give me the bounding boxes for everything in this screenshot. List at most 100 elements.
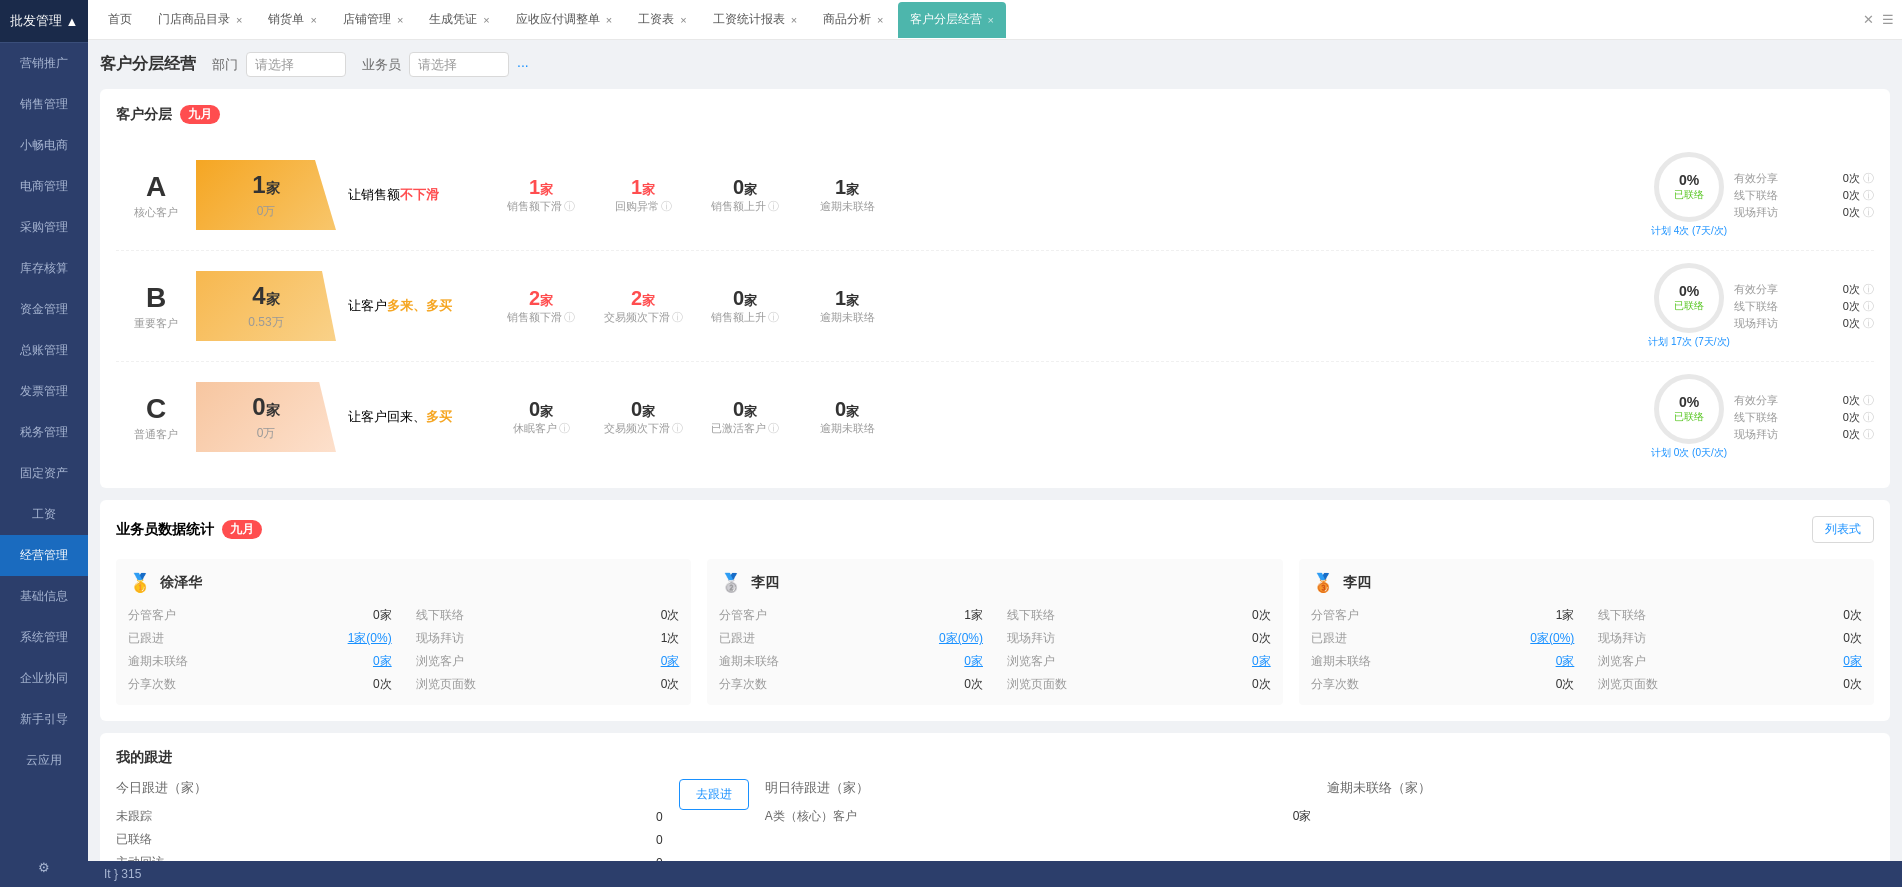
sidebar-item-基础信息[interactable]: 基础信息 — [0, 576, 88, 617]
today-followup-col: 今日跟进（家） 未跟踪0已联络0主动回访0 — [116, 779, 663, 861]
today-stat-label: 已联络 — [116, 831, 152, 848]
tab-门店商品目录[interactable]: 门店商品目录× — [146, 2, 254, 38]
staff-stat-val[interactable]: 0家 — [661, 653, 680, 670]
staff-stat-val[interactable]: 0家 — [964, 653, 983, 670]
info-icon[interactable]: ⓘ — [1863, 172, 1874, 184]
info-icon[interactable]: ⓘ — [661, 199, 672, 214]
staff-stat-val: 0次 — [1843, 630, 1862, 647]
dept-select[interactable]: 请选择 — [246, 52, 346, 77]
staff-stat-val: 0次 — [1252, 676, 1271, 693]
staff-stats-title-group: 业务员数据统计 九月 — [116, 520, 262, 539]
tab-close-icon[interactable]: × — [606, 14, 612, 26]
staff-stat-label: 浏览页面数 — [416, 676, 476, 693]
info-icon[interactable]: ⓘ — [1863, 394, 1874, 406]
info-icon[interactable]: ⓘ — [672, 421, 683, 436]
menu-icon[interactable]: ☰ — [1882, 12, 1894, 27]
info-icon[interactable]: ⓘ — [1863, 411, 1874, 423]
right-stat-row: 有效分享0次 ⓘ — [1734, 171, 1874, 186]
settings-button[interactable]: ⚙ — [0, 848, 88, 887]
tab-生成凭证[interactable]: 生成凭证× — [417, 2, 501, 38]
info-icon[interactable]: ⓘ — [1863, 189, 1874, 201]
sidebar-item-固定资产[interactable]: 固定资产 — [0, 453, 88, 494]
sidebar-item-经营管理[interactable]: 经营管理 — [0, 535, 88, 576]
sidebar-item-发票管理[interactable]: 发票管理 — [0, 371, 88, 412]
info-icon[interactable]: ⓘ — [564, 310, 575, 325]
stat-label: 休眠客户 ⓘ — [496, 421, 586, 436]
right-stat-label: 现场拜访 — [1734, 205, 1778, 220]
info-icon[interactable]: ⓘ — [1863, 206, 1874, 218]
staff-select[interactable]: 请选择 — [409, 52, 509, 77]
sidebar-item-小畅电商[interactable]: 小畅电商 — [0, 125, 88, 166]
close-all-icon[interactable]: ✕ — [1863, 12, 1874, 27]
info-icon[interactable]: ⓘ — [768, 421, 779, 436]
sidebar-item-库存核算[interactable]: 库存核算 — [0, 248, 88, 289]
tab-label: 客户分层经营 — [910, 11, 982, 28]
tier-count-amount: 0万 — [252, 425, 279, 442]
sidebar-item-营销推广[interactable]: 营销推广 — [0, 43, 88, 84]
tab-close-icon[interactable]: × — [988, 14, 994, 26]
sidebar-item-总账管理[interactable]: 总账管理 — [0, 330, 88, 371]
sidebar-item-新手引导[interactable]: 新手引导 — [0, 699, 88, 740]
tier-stat-item: 2家销售额下滑 ⓘ — [496, 287, 586, 325]
tier-name: 核心客户 — [116, 205, 196, 220]
tab-close-icon[interactable]: × — [310, 14, 316, 26]
tomorrow-stat-row: A类（核心）客户0家 — [765, 805, 1312, 828]
tab-close-icon[interactable]: × — [877, 14, 883, 26]
tab-close-icon[interactable]: × — [680, 14, 686, 26]
info-icon[interactable]: ⓘ — [1863, 283, 1874, 295]
tier-name: 重要客户 — [116, 316, 196, 331]
tab-商品分析[interactable]: 商品分析× — [811, 2, 895, 38]
sidebar-item-系统管理[interactable]: 系统管理 — [0, 617, 88, 658]
tab-首页[interactable]: 首页 — [96, 2, 144, 38]
sidebar-item-税务管理[interactable]: 税务管理 — [0, 412, 88, 453]
sidebar-item-资金管理[interactable]: 资金管理 — [0, 289, 88, 330]
info-icon[interactable]: ⓘ — [768, 199, 779, 214]
info-icon[interactable]: ⓘ — [1863, 300, 1874, 312]
sidebar-item-电商管理[interactable]: 电商管理 — [0, 166, 88, 207]
sidebar-top-button[interactable]: 批发管理 ▲ — [0, 0, 88, 43]
staff-stat-label: 逾期未联络 — [1311, 653, 1371, 670]
tab-客户分层经营[interactable]: 客户分层经营 × — [898, 2, 1006, 38]
tab-bar-actions[interactable]: ✕ ☰ — [1863, 12, 1894, 27]
info-icon[interactable]: ⓘ — [1863, 428, 1874, 440]
sidebar-item-销售管理[interactable]: 销售管理 — [0, 84, 88, 125]
tab-close-icon[interactable]: × — [483, 14, 489, 26]
sidebar-item-云应用[interactable]: 云应用 — [0, 740, 88, 781]
info-icon[interactable]: ⓘ — [768, 310, 779, 325]
staff-stat-row: 分管客户1家 — [1311, 607, 1575, 624]
sidebar-item-工资[interactable]: 工资 — [0, 494, 88, 535]
info-icon[interactable]: ⓘ — [559, 421, 570, 436]
more-filter-button[interactable]: ··· — [517, 57, 529, 73]
tab-应收应付调整单[interactable]: 应收应付调整单× — [504, 2, 624, 38]
staff-stat-row: 浏览客户0家 — [1598, 653, 1862, 670]
tier-count-amount: 0.53万 — [248, 314, 283, 331]
tab-close-icon[interactable]: × — [397, 14, 403, 26]
tab-店铺管理[interactable]: 店铺管理× — [331, 2, 415, 38]
staff-stat-val[interactable]: 0家 — [1252, 653, 1271, 670]
info-icon[interactable]: ⓘ — [564, 199, 575, 214]
goto-followup-button[interactable]: 去跟进 — [679, 779, 749, 810]
bottom-bar: It } 315 — [88, 861, 1902, 887]
staff-stat-val[interactable]: 0家 — [1556, 653, 1575, 670]
tier-count-num: 1家 — [252, 171, 279, 199]
staff-stat-val[interactable]: 0家(0%) — [1530, 630, 1574, 647]
right-stat-val: 0次 ⓘ — [1843, 427, 1874, 442]
tab-工资统计报表[interactable]: 工资统计报表× — [701, 2, 809, 38]
tab-close-icon[interactable]: × — [791, 14, 797, 26]
info-icon[interactable]: ⓘ — [672, 310, 683, 325]
tab-工资表[interactable]: 工资表× — [626, 2, 698, 38]
sidebar-item-企业协同[interactable]: 企业协同 — [0, 658, 88, 699]
tier-label-C: C普通客户 — [116, 393, 196, 442]
stat-num: 0家 — [700, 287, 790, 310]
sidebar-item-采购管理[interactable]: 采购管理 — [0, 207, 88, 248]
staff-stat-val[interactable]: 0家 — [373, 653, 392, 670]
info-icon[interactable]: ⓘ — [1863, 317, 1874, 329]
tab-销货单[interactable]: 销货单× — [256, 2, 328, 38]
staff-stat-val[interactable]: 0家 — [1843, 653, 1862, 670]
tab-close-icon[interactable]: × — [236, 14, 242, 26]
tier-count-box: 4家0.53万 — [196, 271, 336, 341]
list-view-button[interactable]: 列表式 — [1812, 516, 1874, 543]
tier-letter: A — [116, 171, 196, 203]
staff-stat-val[interactable]: 0家(0%) — [939, 630, 983, 647]
staff-stat-val[interactable]: 1家(0%) — [348, 630, 392, 647]
